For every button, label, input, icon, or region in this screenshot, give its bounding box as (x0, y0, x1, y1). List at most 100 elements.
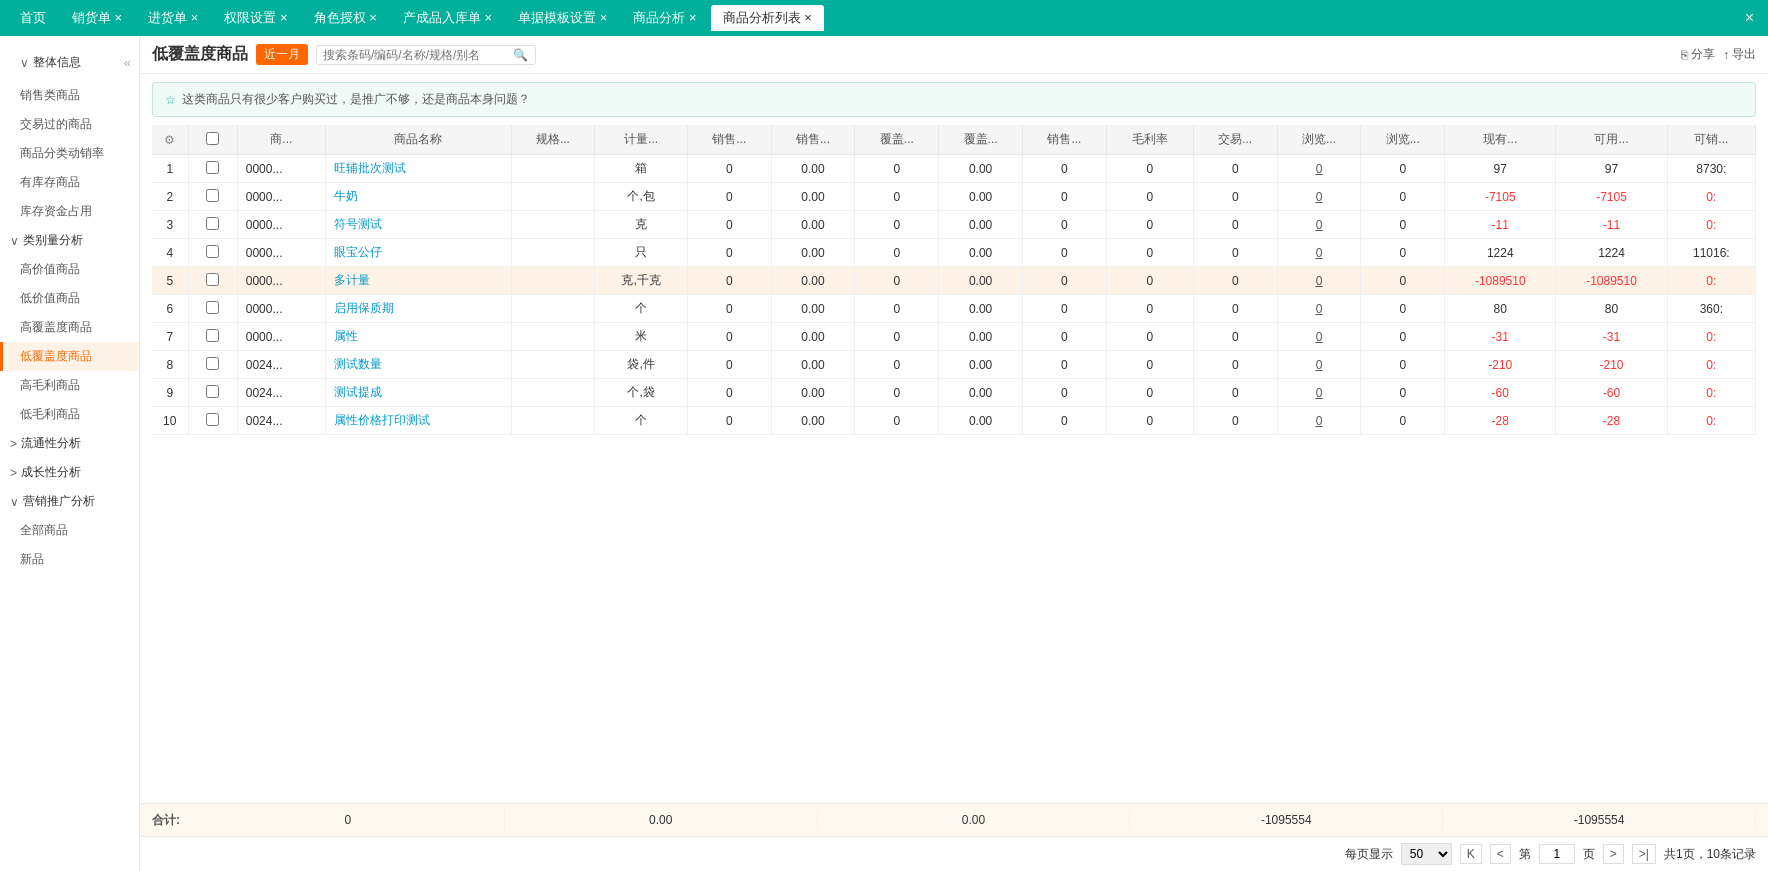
nav-purchase[interactable]: 进货单 × (136, 5, 210, 31)
sidebar-new-goods[interactable]: 新品 (0, 545, 139, 574)
sidebar-category-header[interactable]: ∨ 类别量分析 (0, 226, 139, 255)
row-checkbox[interactable] (188, 295, 237, 323)
row-name[interactable]: 启用保质期 (325, 295, 511, 323)
collapse-icon[interactable]: « (124, 55, 131, 70)
prev-page-btn[interactable]: < (1490, 844, 1511, 864)
sidebar-stock-goods[interactable]: 有库存商品 (0, 168, 139, 197)
row-browse1[interactable]: 0 (1277, 379, 1361, 407)
row-unit: 个,袋 (595, 379, 688, 407)
row-browse1[interactable]: 0 (1277, 351, 1361, 379)
row-checkbox[interactable] (188, 267, 237, 295)
nav-role[interactable]: 角色授权 × (302, 5, 389, 31)
first-page-btn[interactable]: K (1460, 844, 1482, 864)
sidebar-marketing-header[interactable]: ∨ 营销推广分析 (0, 487, 139, 516)
row-margin: 0 (1106, 379, 1193, 407)
row-code: 0024... (237, 351, 325, 379)
row-checkbox[interactable] (188, 183, 237, 211)
sidebar-all-goods[interactable]: 全部商品 (0, 516, 139, 545)
row-s2: 0.00 (771, 239, 855, 267)
row-browse1[interactable]: 0 (1277, 183, 1361, 211)
row-browse1[interactable]: 0 (1277, 295, 1361, 323)
row-name[interactable]: 测试提成 (325, 379, 511, 407)
sidebar-low-coverage[interactable]: 低覆盖度商品 (0, 342, 139, 371)
row-s1: 0 (687, 211, 771, 239)
row-select-checkbox[interactable] (206, 301, 219, 314)
row-checkbox[interactable] (188, 155, 237, 183)
row-browse1[interactable]: 0 (1277, 323, 1361, 351)
row-select-checkbox[interactable] (206, 385, 219, 398)
export-button[interactable]: ↑ 导出 (1723, 46, 1756, 63)
row-s1: 0 (687, 295, 771, 323)
page-input[interactable] (1539, 844, 1575, 864)
share-button[interactable]: ⎘ 分享 (1681, 46, 1715, 63)
row-checkbox[interactable] (188, 323, 237, 351)
row-checkbox[interactable] (188, 211, 237, 239)
sidebar-stock-fund[interactable]: 库存资金占用 (0, 197, 139, 226)
row-checkbox[interactable] (188, 407, 237, 435)
row-select-checkbox[interactable] (206, 217, 219, 230)
row-browse1[interactable]: 0 (1277, 211, 1361, 239)
settings-icon[interactable]: ⚙ (164, 133, 175, 147)
row-select-checkbox[interactable] (206, 245, 219, 258)
row-name[interactable]: 测试数量 (325, 351, 511, 379)
data-table: ⚙ 商... 商品名称 规格... 计量... 销售... 销售... 覆盖..… (152, 125, 1756, 435)
last-page-btn[interactable]: >| (1632, 844, 1656, 864)
row-name[interactable]: 属性 (325, 323, 511, 351)
row-select-checkbox[interactable] (206, 161, 219, 174)
sidebar-high-coverage[interactable]: 高覆盖度商品 (0, 313, 139, 342)
row-s3: 0 (1023, 239, 1107, 267)
sidebar-overall-header[interactable]: ∨ 整体信息 (10, 48, 91, 77)
period-button[interactable]: 近一月 (256, 44, 308, 65)
sidebar-circulation-header[interactable]: > 流通性分析 (0, 429, 139, 458)
nav-home[interactable]: 首页 (8, 5, 58, 31)
row-browse1[interactable]: 0 (1277, 267, 1361, 295)
row-name[interactable]: 符号测试 (325, 211, 511, 239)
sidebar-low-value[interactable]: 低价值商品 (0, 284, 139, 313)
sidebar-sales-goods[interactable]: 销售类商品 (0, 81, 139, 110)
row-select-checkbox[interactable] (206, 357, 219, 370)
row-select-checkbox[interactable] (206, 189, 219, 202)
close-button[interactable]: × (1739, 7, 1760, 29)
row-name[interactable]: 属性价格打印测试 (325, 407, 511, 435)
th-checkbox[interactable] (188, 125, 237, 155)
table-wrapper[interactable]: ⚙ 商... 商品名称 规格... 计量... 销售... 销售... 覆盖..… (152, 125, 1756, 803)
per-page-select[interactable]: 50 10 20 100 (1401, 843, 1452, 865)
row-select-checkbox[interactable] (206, 413, 219, 426)
row-name[interactable]: 眼宝公仔 (325, 239, 511, 267)
row-current: 80 (1445, 295, 1556, 323)
row-checkbox[interactable] (188, 351, 237, 379)
row-sellable: 0: (1667, 211, 1755, 239)
row-unit: 袋,件 (595, 351, 688, 379)
th-settings[interactable]: ⚙ (152, 125, 188, 155)
row-browse1[interactable]: 0 (1277, 239, 1361, 267)
row-unit: 个 (595, 407, 688, 435)
row-select-checkbox[interactable] (206, 273, 219, 286)
nav-permission[interactable]: 权限设置 × (212, 5, 299, 31)
sidebar-high-value[interactable]: 高价值商品 (0, 255, 139, 284)
sidebar-category-rate[interactable]: 商品分类动销率 (0, 139, 139, 168)
next-page-btn[interactable]: > (1603, 844, 1624, 864)
nav-template[interactable]: 单据模板设置 × (506, 5, 619, 31)
row-browse1[interactable]: 0 (1277, 155, 1361, 183)
nav-analysis[interactable]: 商品分析 × (621, 5, 708, 31)
row-tx: 0 (1193, 239, 1277, 267)
row-checkbox[interactable] (188, 239, 237, 267)
sidebar-high-margin[interactable]: 高毛利商品 (0, 371, 139, 400)
nav-finished[interactable]: 产成品入库单 × (391, 5, 504, 31)
row-name[interactable]: 牛奶 (325, 183, 511, 211)
row-browse1[interactable]: 0 (1277, 407, 1361, 435)
row-checkbox[interactable] (188, 379, 237, 407)
row-name[interactable]: 多计量 (325, 267, 511, 295)
row-spec (511, 295, 595, 323)
sidebar-traded-goods[interactable]: 交易过的商品 (0, 110, 139, 139)
row-s3: 0 (1023, 407, 1107, 435)
nav-analysis-list[interactable]: 商品分析列表 × (711, 5, 824, 31)
sidebar-growth-header[interactable]: > 成长性分析 (0, 458, 139, 487)
row-select-checkbox[interactable] (206, 329, 219, 342)
search-input[interactable] (323, 48, 513, 62)
nav-sales[interactable]: 销货单 × (60, 5, 134, 31)
select-all-checkbox[interactable] (206, 132, 219, 145)
row-name[interactable]: 旺辅批次测试 (325, 155, 511, 183)
sidebar-low-margin[interactable]: 低毛利商品 (0, 400, 139, 429)
row-s3: 0 (1023, 155, 1107, 183)
